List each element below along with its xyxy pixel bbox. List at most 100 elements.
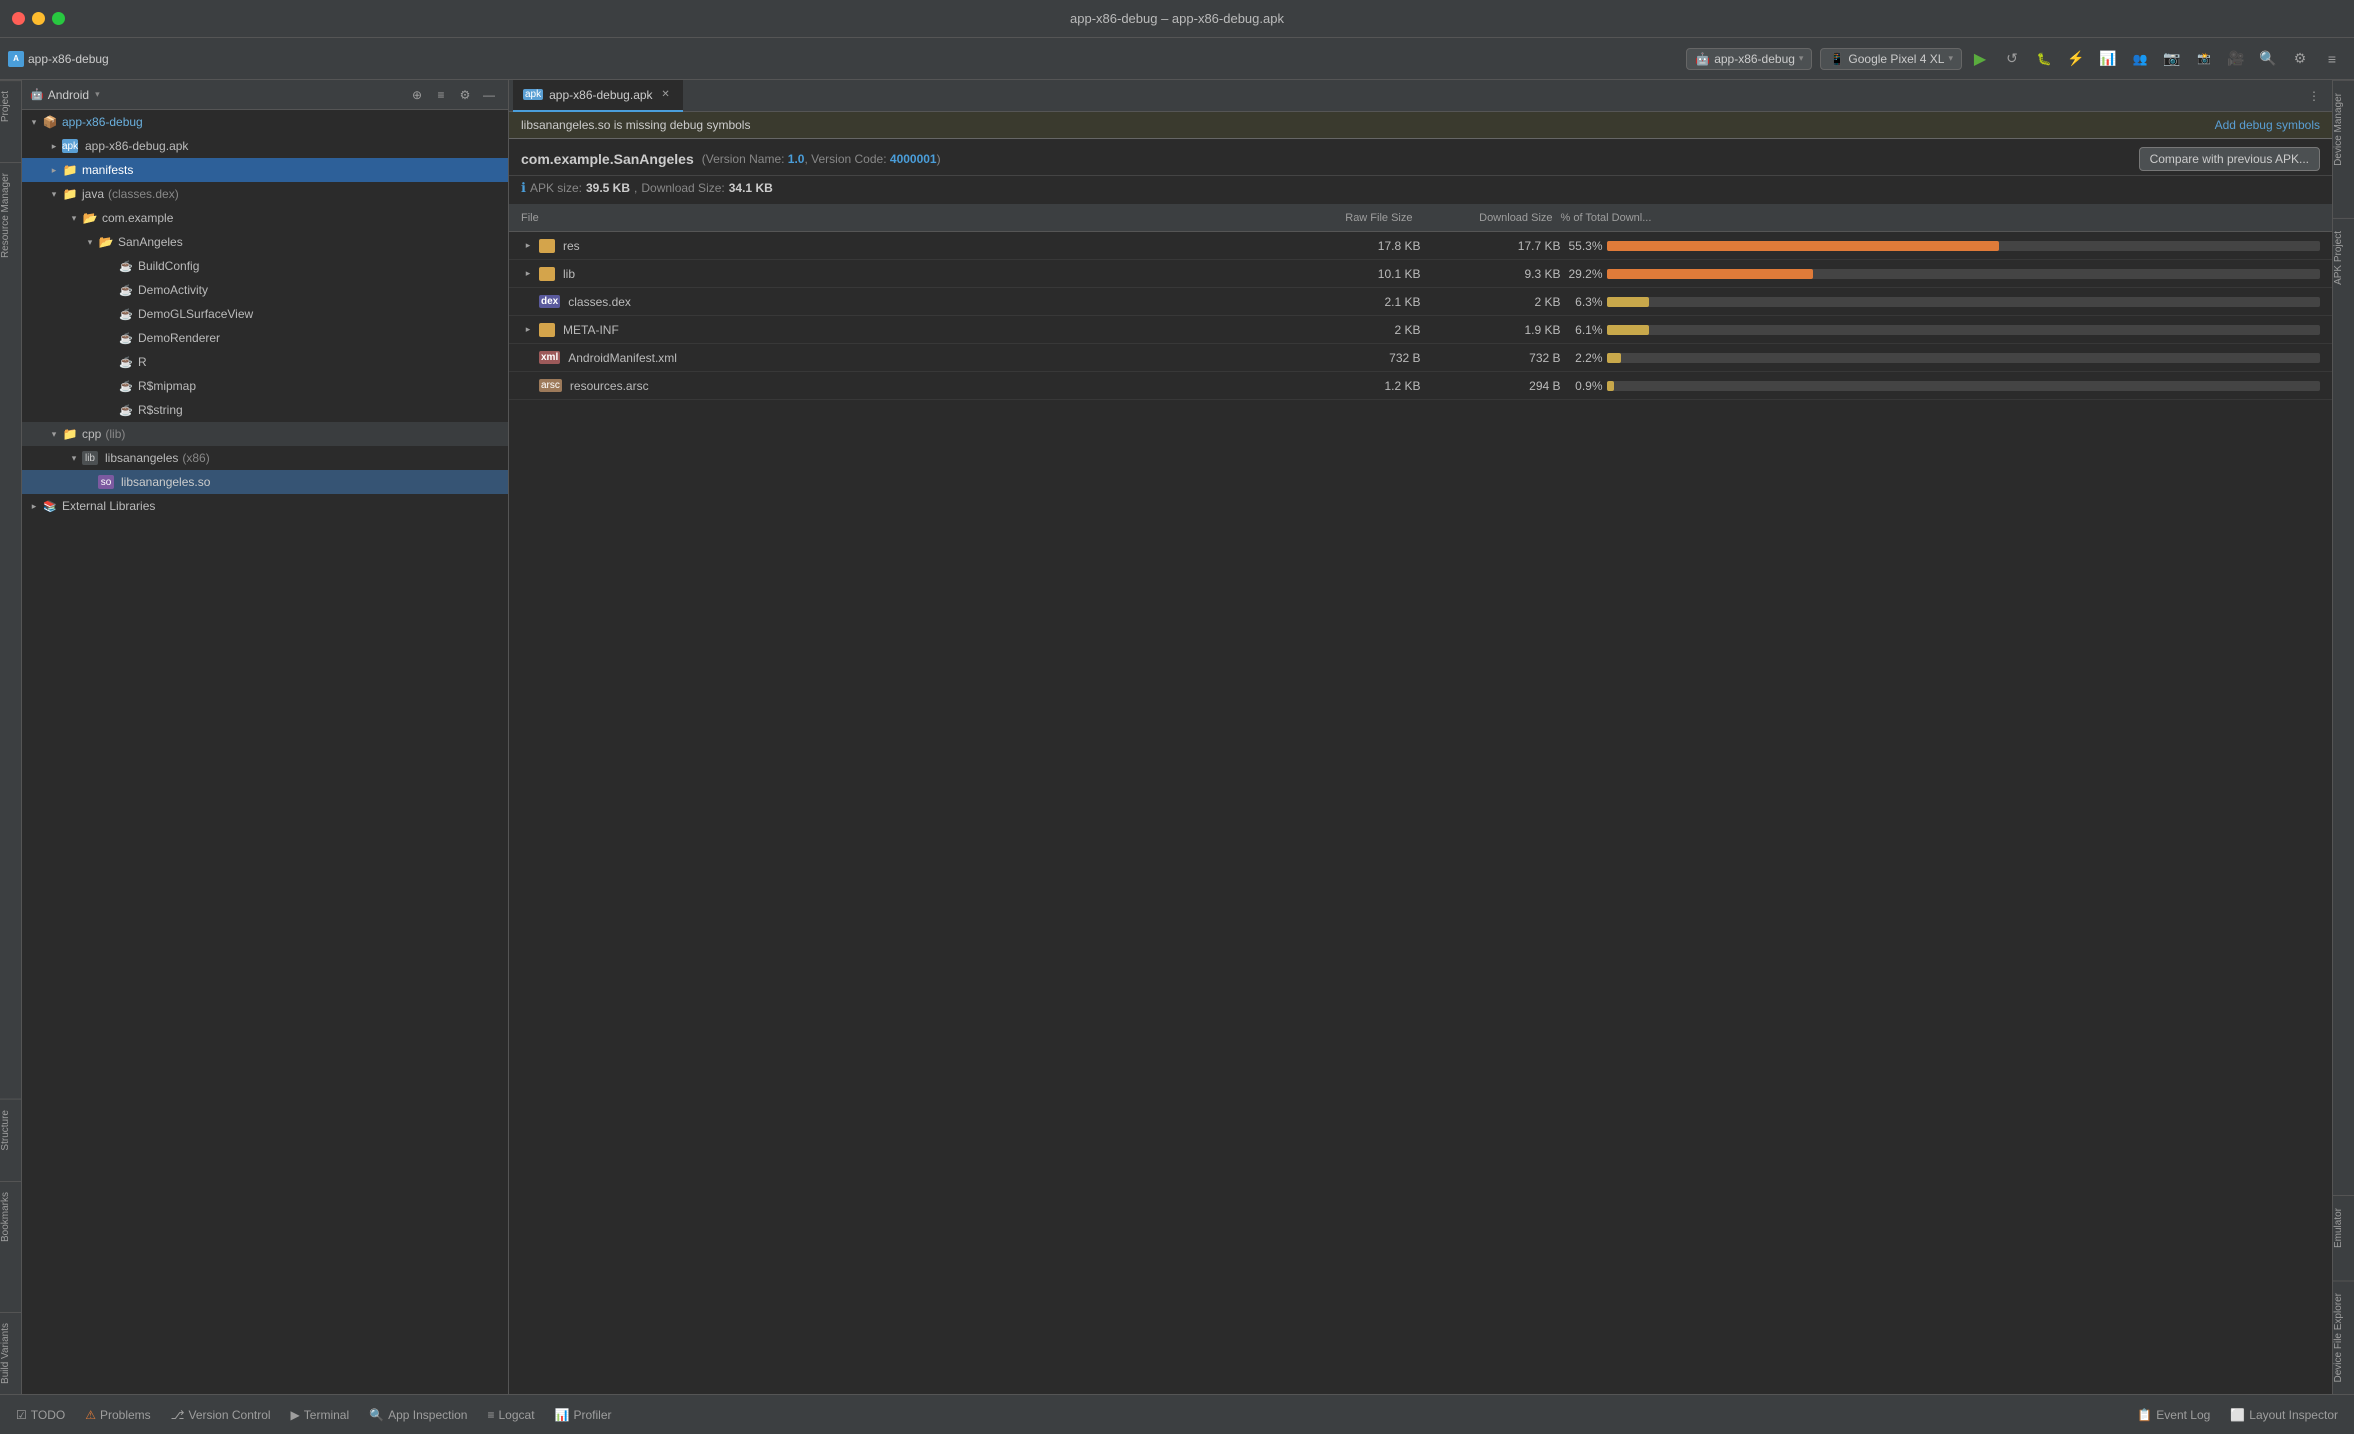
device-mirror-button[interactable]: 📷 <box>2158 45 2186 73</box>
expand-lib[interactable] <box>521 267 535 281</box>
sidebar-tab-project[interactable]: Project <box>0 80 21 132</box>
col-dl-size: Download Size <box>1421 212 1561 224</box>
device-name-label: Google Pixel 4 XL <box>1848 52 1944 66</box>
resources-arsc-bar-bg <box>1607 381 2321 391</box>
sidebar-tab-apk-project[interactable]: APK Project <box>2333 218 2354 297</box>
sidebar-tab-resource-manager[interactable]: Resource Manager <box>0 162 21 268</box>
layout-inspector-btn[interactable]: ⬜ Layout Inspector <box>2222 1405 2346 1425</box>
device-selector[interactable]: 📱 Google Pixel 4 XL ▾ <box>1820 48 1962 70</box>
logcat-icon: ≡ <box>487 1408 494 1422</box>
logcat-btn[interactable]: ≡ Logcat <box>479 1405 542 1425</box>
app-inspection-btn[interactable]: 🔍 App Inspection <box>361 1405 475 1425</box>
expand-meta-inf[interactable] <box>521 323 535 337</box>
tree-item-java[interactable]: 📁 java (classes.dex) <box>22 182 508 206</box>
screen-record-button[interactable]: 🎥 <box>2222 45 2250 73</box>
demorenderer-icon: ☕ <box>118 331 134 345</box>
version-control-btn[interactable]: ⎇ Version Control <box>163 1405 279 1425</box>
expand-res[interactable] <box>521 239 535 253</box>
tree-item-r-mipmap[interactable]: ☕ R$mipmap <box>22 374 508 398</box>
table-row-res[interactable]: res 17.8 KB 17.7 KB 55.3% <box>509 232 2332 260</box>
debug-button[interactable]: 🐛 <box>2030 45 2058 73</box>
sidebar-tab-bookmarks[interactable]: Bookmarks <box>0 1181 21 1252</box>
version-name-value: 1.0 <box>788 152 805 166</box>
libsanangeles-so-label: libsanangeles.so <box>121 475 210 489</box>
profiler-btn[interactable]: 📊 Profiler <box>547 1405 620 1425</box>
chevron-down-icon2: ▾ <box>1948 53 1953 64</box>
tab-more-btn[interactable]: ⋮ <box>2300 89 2328 103</box>
search-button[interactable]: 🔍 <box>2254 45 2282 73</box>
lib-bar-cell: 29.2% <box>1561 267 2321 281</box>
apk-size-label: APK size: <box>530 181 582 195</box>
close-button[interactable] <box>12 12 25 25</box>
app-label: app-x86-debug <box>62 115 143 129</box>
project-selector[interactable]: A app-x86-debug <box>8 51 109 67</box>
sidebar-tab-emulator[interactable]: Emulator <box>2333 1195 2354 1260</box>
tree-item-demorenderer[interactable]: ☕ DemoRenderer <box>22 326 508 350</box>
tree-item-com-example[interactable]: 📂 com.example <box>22 206 508 230</box>
tree-item-sanangeles[interactable]: 📂 SanAngeles <box>22 230 508 254</box>
tab-close-btn[interactable]: ✕ <box>659 88 673 102</box>
sidebar-tab-build-variants[interactable]: Build Variants <box>0 1312 21 1394</box>
run-button[interactable]: ▶ <box>1966 45 1994 73</box>
maximize-button[interactable] <box>52 12 65 25</box>
lib-pct: 29.2% <box>1561 267 1603 281</box>
window-title: app-x86-debug – app-x86-debug.apk <box>1070 11 1284 26</box>
tree-item-libsanangeles-so[interactable]: so libsanangeles.so <box>22 470 508 494</box>
event-log-btn[interactable]: 📋 Event Log <box>2129 1405 2218 1425</box>
tree-item-libsanangeles[interactable]: lib libsanangeles (x86) <box>22 446 508 470</box>
avd-manager-button[interactable]: 👥 <box>2126 45 2154 73</box>
buildconfig-icon: ☕ <box>118 259 134 273</box>
version-name-label: Version Name: <box>706 152 785 166</box>
tree-item-app[interactable]: 📦 app-x86-debug <box>22 110 508 134</box>
r-mipmap-icon: ☕ <box>118 379 134 393</box>
sync-btn[interactable]: ⊕ <box>406 84 428 106</box>
problems-label: Problems <box>100 1408 151 1422</box>
tree-item-r-string[interactable]: ☕ R$string <box>22 398 508 422</box>
collapse-btn[interactable]: ≡ <box>430 84 452 106</box>
tree-item-external-libs[interactable]: 📚 External Libraries <box>22 494 508 518</box>
coverage-button[interactable]: 📊 <box>2094 45 2122 73</box>
tree-item-buildconfig[interactable]: ☕ BuildConfig <box>22 254 508 278</box>
tree-item-r[interactable]: ☕ R <box>22 350 508 374</box>
run-config-selector[interactable]: 🤖 app-x86-debug ▾ <box>1686 48 1812 70</box>
r-icon: ☕ <box>118 355 134 369</box>
menu-button[interactable]: ≡ <box>2318 45 2346 73</box>
chevron-down-icon: ▾ <box>1799 53 1804 64</box>
tree-item-demoglsurfaceview[interactable]: ☕ DemoGLSurfaceView <box>22 302 508 326</box>
tree-item-apk[interactable]: apk app-x86-debug.apk <box>22 134 508 158</box>
col-file: File <box>521 212 1281 224</box>
classes-dex-raw-size: 2.1 KB <box>1281 295 1421 309</box>
filter-btn[interactable]: ⚙ <box>454 84 476 106</box>
tree-item-demoactivity[interactable]: ☕ DemoActivity <box>22 278 508 302</box>
rerun-button[interactable]: ↺ <box>1998 45 2026 73</box>
apk-tab-icon: apk <box>523 89 543 100</box>
table-row-android-manifest[interactable]: xml AndroidManifest.xml 732 B 732 B 2.2% <box>509 344 2332 372</box>
sidebar-tab-device-manager[interactable]: Device Manager <box>2333 80 2354 178</box>
size-info-bar: ℹ APK size: 39.5 KB, Download Size: 34.1… <box>509 176 2332 204</box>
add-symbols-link[interactable]: Add debug symbols <box>2215 118 2320 132</box>
apk-tab[interactable]: apk app-x86-debug.apk ✕ <box>513 80 683 112</box>
settings-button[interactable]: ⚙ <box>2286 45 2314 73</box>
todo-btn[interactable]: ☑ TODO <box>8 1405 73 1425</box>
problems-btn[interactable]: ⚠ Problems <box>77 1405 158 1425</box>
profile-button[interactable]: ⚡ <box>2062 45 2090 73</box>
minimize-button[interactable] <box>32 12 45 25</box>
tree-item-manifests[interactable]: 📁 manifests <box>22 158 508 182</box>
event-log-label: Event Log <box>2156 1408 2210 1422</box>
table-row-meta-inf[interactable]: META-INF 2 KB 1.9 KB 6.1% <box>509 316 2332 344</box>
sidebar-tab-device-file-explorer[interactable]: Device File Explorer <box>2333 1280 2354 1394</box>
screenshot-button[interactable]: 📸 <box>2190 45 2218 73</box>
table-row-classes-dex[interactable]: dex classes.dex 2.1 KB 2 KB 6.3% <box>509 288 2332 316</box>
close-panel-btn[interactable]: — <box>478 84 500 106</box>
java-folder-icon: 📁 <box>62 187 78 201</box>
com-example-label: com.example <box>102 211 173 225</box>
buildconfig-label: BuildConfig <box>138 259 199 273</box>
meta-inf-dl-size: 1.9 KB <box>1421 323 1561 337</box>
compare-btn[interactable]: Compare with previous APK... <box>2139 147 2320 171</box>
project-panel-header: 🤖 Android ▾ ⊕ ≡ ⚙ — <box>22 80 508 110</box>
terminal-btn[interactable]: ▶ Terminal <box>283 1405 358 1425</box>
tree-item-cpp[interactable]: 📁 cpp (lib) <box>22 422 508 446</box>
table-row-lib[interactable]: lib 10.1 KB 9.3 KB 29.2% <box>509 260 2332 288</box>
table-row-resources-arsc[interactable]: arsc resources.arsc 1.2 KB 294 B 0.9% <box>509 372 2332 400</box>
sidebar-tab-structure[interactable]: Structure <box>0 1099 21 1161</box>
